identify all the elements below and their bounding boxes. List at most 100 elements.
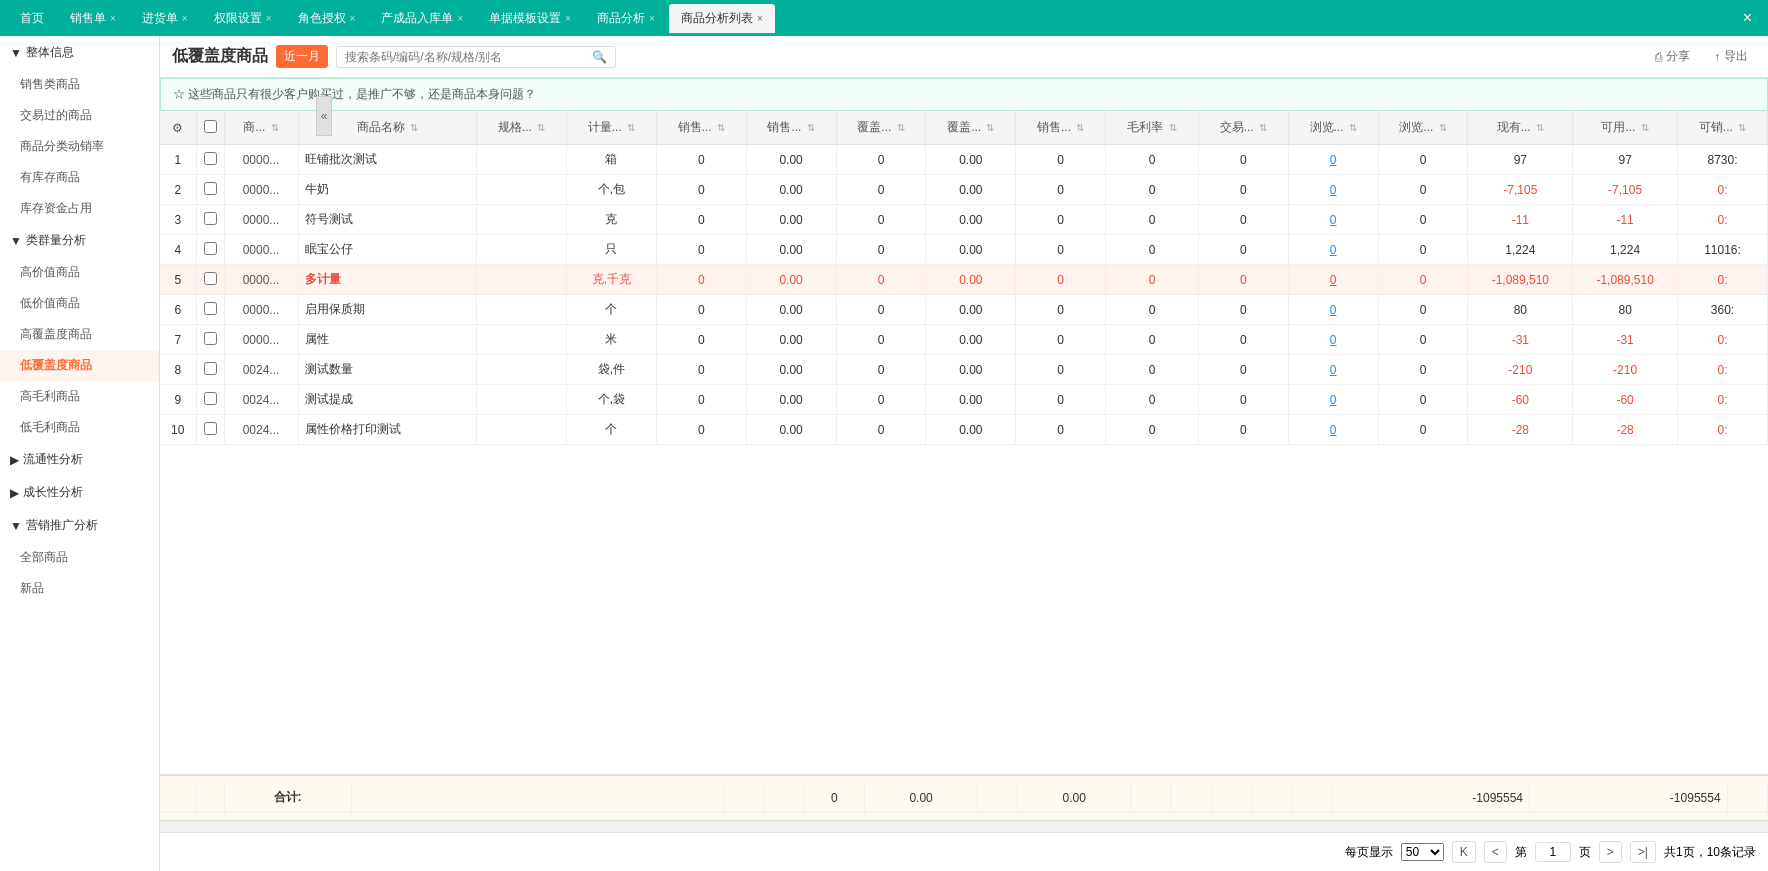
nav-item-permissions[interactable]: 权限设置 × xyxy=(202,4,284,33)
sidebar-item-category-sales-rate[interactable]: 商品分类动销率 xyxy=(0,131,159,162)
first-page-button[interactable]: K xyxy=(1452,841,1476,863)
nav-close-permissions[interactable]: × xyxy=(266,13,272,24)
cell-browse1[interactable]: 0 xyxy=(1288,235,1378,265)
cell-browse1[interactable]: 0 xyxy=(1288,205,1378,235)
cell-checkbox[interactable] xyxy=(196,265,224,295)
col-coverage2[interactable]: 覆盖... ⇅ xyxy=(926,111,1016,145)
row-checkbox[interactable] xyxy=(204,332,217,345)
cell-browse1[interactable]: 0 xyxy=(1288,385,1378,415)
cell-checkbox[interactable] xyxy=(196,175,224,205)
col-sales-qty[interactable]: 销售... ⇅ xyxy=(656,111,746,145)
sidebar-section-marketing[interactable]: ▼ 营销推广分析 xyxy=(0,509,159,542)
cell-checkbox[interactable] xyxy=(196,235,224,265)
search-input[interactable] xyxy=(345,50,588,64)
sidebar-item-high-margin[interactable]: 高毛利商品 xyxy=(0,381,159,412)
cell-browse1[interactable]: 0 xyxy=(1288,175,1378,205)
nav-item-finished-goods[interactable]: 产成品入库单 × xyxy=(369,4,475,33)
nav-close-sales[interactable]: × xyxy=(110,13,116,24)
cell-browse1[interactable]: 0 xyxy=(1288,145,1378,175)
row-checkbox[interactable] xyxy=(204,302,217,315)
sidebar-section-circulation[interactable]: ▶ 流通性分析 xyxy=(0,443,159,476)
cell-checkbox[interactable] xyxy=(196,385,224,415)
nav-item-purchase[interactable]: 进货单 × xyxy=(130,4,200,33)
nav-item-product-analysis-list[interactable]: 商品分析列表 × xyxy=(669,4,775,33)
row-checkbox[interactable] xyxy=(204,392,217,405)
col-current-stock[interactable]: 现有... ⇅ xyxy=(1468,111,1573,145)
cell-browse1[interactable]: 0 xyxy=(1288,415,1378,445)
sidebar-item-in-stock-goods[interactable]: 有库存商品 xyxy=(0,162,159,193)
sidebar-item-sales-goods[interactable]: 销售类商品 xyxy=(0,69,159,100)
sidebar-item-low-margin[interactable]: 低毛利商品 xyxy=(0,412,159,443)
col-coverage1[interactable]: 覆盖... ⇅ xyxy=(836,111,926,145)
sidebar-section-overview[interactable]: ▼ 整体信息 xyxy=(0,36,159,69)
next-page-button[interactable]: > xyxy=(1599,841,1622,863)
col-browse1[interactable]: 浏览... ⇅ xyxy=(1288,111,1378,145)
cell-checkbox[interactable] xyxy=(196,415,224,445)
nav-item-roles[interactable]: 角色授权 × xyxy=(286,4,368,33)
cell-browse1[interactable]: 0 xyxy=(1288,295,1378,325)
sidebar-item-low-value[interactable]: 低价值商品 xyxy=(0,288,159,319)
nav-close-purchase[interactable]: × xyxy=(182,13,188,24)
horizontal-scrollbar[interactable] xyxy=(160,820,1768,832)
row-checkbox[interactable] xyxy=(204,362,217,375)
col-transaction[interactable]: 交易... ⇅ xyxy=(1198,111,1288,145)
cell-sales-qty: 0 xyxy=(656,355,746,385)
cell-checkbox[interactable] xyxy=(196,355,224,385)
cell-checkbox[interactable] xyxy=(196,295,224,325)
col-available-stock[interactable]: 可用... ⇅ xyxy=(1573,111,1678,145)
nav-close-product-analysis-list[interactable]: × xyxy=(757,13,763,24)
nav-item-sales[interactable]: 销售单 × xyxy=(58,4,128,33)
settings-gear-icon[interactable]: ⚙ xyxy=(172,121,183,135)
cell-browse1[interactable]: 0 xyxy=(1288,325,1378,355)
nav-item-home[interactable]: 首页 xyxy=(8,4,56,33)
col-settings[interactable]: ⚙ xyxy=(160,111,196,145)
row-checkbox[interactable] xyxy=(204,212,217,225)
nav-close-roles[interactable]: × xyxy=(350,13,356,24)
sidebar-item-traded-goods[interactable]: 交易过的商品 xyxy=(0,100,159,131)
nav-close-product-analysis[interactable]: × xyxy=(649,13,655,24)
cell-browse1[interactable]: 0 xyxy=(1288,265,1378,295)
page-number-input[interactable] xyxy=(1535,842,1571,862)
cell-checkbox[interactable] xyxy=(196,205,224,235)
col-unit[interactable]: 计量... ⇅ xyxy=(567,111,657,145)
col-code[interactable]: 商... ⇅ xyxy=(224,111,298,145)
col-sales-amt[interactable]: 销售... ⇅ xyxy=(746,111,836,145)
row-checkbox[interactable] xyxy=(204,422,217,435)
prev-page-button[interactable]: < xyxy=(1484,841,1507,863)
row-checkbox[interactable] xyxy=(204,242,217,255)
sidebar-item-high-value[interactable]: 高价值商品 xyxy=(0,257,159,288)
sidebar-section-cluster-items: 高价值商品 低价值商品 高覆盖度商品 低覆盖度商品 高毛利商品 低毛利商品 xyxy=(0,257,159,443)
data-table-container[interactable]: ⚙ 商... ⇅ 商品名称 ⇅ 规格... ⇅ 计量... ⇅ 销售... ⇅ … xyxy=(160,111,1768,774)
sidebar-section-cluster[interactable]: ▼ 类群量分析 xyxy=(0,224,159,257)
nav-item-product-analysis[interactable]: 商品分析 × xyxy=(585,4,667,33)
share-button[interactable]: ⎙ 分享 xyxy=(1647,44,1698,69)
cell-browse1[interactable]: 0 xyxy=(1288,355,1378,385)
col-gross-margin[interactable]: 毛利率 ⇅ xyxy=(1106,111,1199,145)
sidebar-collapse-button[interactable]: « xyxy=(316,96,332,136)
export-button[interactable]: ↑ 导出 xyxy=(1706,44,1756,69)
sidebar-section-growth[interactable]: ▶ 成长性分析 xyxy=(0,476,159,509)
row-checkbox[interactable] xyxy=(204,182,217,195)
nav-item-template[interactable]: 单据模板设置 × xyxy=(477,4,583,33)
col-saleable[interactable]: 可销... ⇅ xyxy=(1678,111,1768,145)
date-filter-button[interactable]: 近一月 xyxy=(276,45,328,68)
last-page-button[interactable]: >| xyxy=(1630,841,1656,863)
col-browse2[interactable]: 浏览... ⇅ xyxy=(1378,111,1468,145)
col-sales3[interactable]: 销售... ⇅ xyxy=(1016,111,1106,145)
sidebar-item-all-goods[interactable]: 全部商品 xyxy=(0,542,159,573)
sidebar-item-inventory-funds[interactable]: 库存资金占用 xyxy=(0,193,159,224)
window-close-button[interactable]: × xyxy=(1735,5,1760,31)
sidebar-item-low-coverage[interactable]: 低覆盖度商品 xyxy=(0,350,159,381)
select-all-checkbox[interactable] xyxy=(204,120,217,133)
nav-close-finished-goods[interactable]: × xyxy=(457,13,463,24)
row-checkbox[interactable] xyxy=(204,272,217,285)
sidebar-item-high-coverage[interactable]: 高覆盖度商品 xyxy=(0,319,159,350)
cell-checkbox[interactable] xyxy=(196,145,224,175)
col-spec[interactable]: 规格... ⇅ xyxy=(477,111,567,145)
cell-checkbox[interactable] xyxy=(196,325,224,355)
row-checkbox[interactable] xyxy=(204,152,217,165)
per-page-select[interactable]: 50 100 200 xyxy=(1401,843,1444,861)
sidebar-item-new-goods[interactable]: 新品 xyxy=(0,573,159,604)
nav-close-template[interactable]: × xyxy=(565,13,571,24)
search-input-wrap: 🔍 xyxy=(336,46,616,68)
